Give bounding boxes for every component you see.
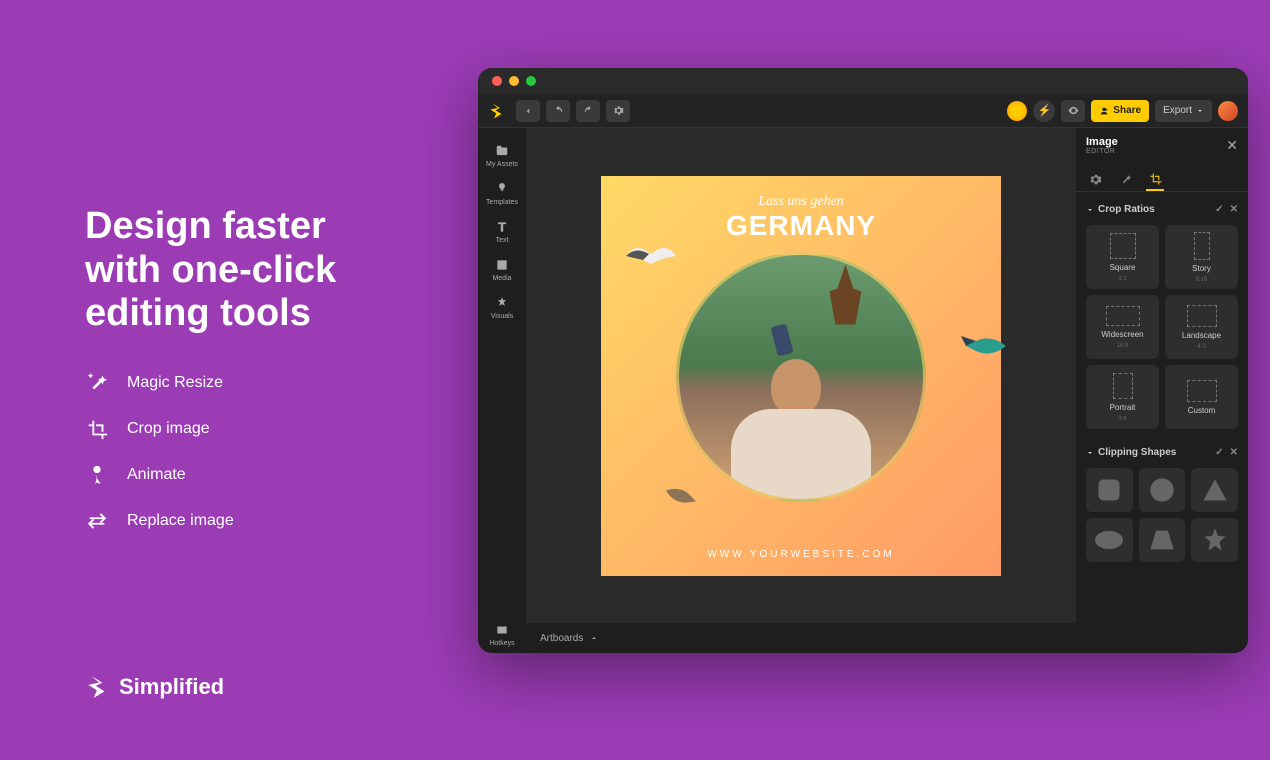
crop-ratio-portrait[interactable]: Portrait 3:4	[1086, 365, 1159, 429]
right-panel: Image EDITOR ✕	[1076, 128, 1248, 653]
shape-circle[interactable]	[1139, 468, 1186, 512]
section-title: Clipping Shapes	[1098, 447, 1176, 458]
panel-tabs	[1076, 163, 1248, 192]
sidebar-item-visuals[interactable]: Visuals	[482, 290, 522, 326]
sidebar-label: Visuals	[491, 313, 513, 320]
bolt-icon[interactable]: ⚡	[1033, 100, 1055, 122]
crop-ratio-custom[interactable]: Custom	[1165, 365, 1238, 429]
clipping-shapes-section: Clipping Shapes ✓ ✕	[1076, 435, 1248, 568]
user-avatar[interactable]	[1218, 101, 1238, 121]
apply-icon[interactable]: ✓	[1215, 447, 1223, 458]
artboard-title: GERMANY	[726, 210, 876, 242]
tab-settings[interactable]	[1086, 167, 1104, 191]
panel-subtitle: EDITOR	[1086, 148, 1118, 155]
feature-label: Replace image	[127, 512, 234, 530]
preview-button[interactable]	[1061, 100, 1085, 122]
seagull-image	[621, 236, 681, 276]
redo-button[interactable]	[576, 100, 600, 122]
magic-wand-icon	[85, 371, 109, 395]
canvas-footer: Artboards	[526, 623, 1076, 653]
person-selfie	[711, 339, 891, 499]
sidebar-item-text[interactable]: Text	[482, 214, 522, 250]
export-button[interactable]: Export	[1155, 100, 1212, 122]
promo-headline: Design faster with one-click editing too…	[85, 205, 336, 336]
left-sidebar: My Assets Templates Text Media Visuals	[478, 128, 526, 653]
sidebar-item-templates[interactable]: Templates	[482, 176, 522, 212]
feature-replace-image: Replace image	[85, 509, 336, 533]
feature-label: Magic Resize	[127, 374, 223, 392]
shape-star[interactable]	[1191, 518, 1238, 562]
panel-header: Image EDITOR ✕	[1076, 128, 1248, 163]
sidebar-label: Templates	[486, 199, 518, 206]
apply-icon[interactable]: ✓	[1215, 204, 1223, 215]
chevron-down-icon[interactable]	[1086, 206, 1094, 214]
settings-button[interactable]	[606, 100, 630, 122]
ratio-preview-icon	[1187, 380, 1217, 402]
window-minimize-icon[interactable]	[509, 76, 519, 86]
brand-name: Simplified	[119, 674, 224, 700]
top-toolbar: ⚡ Share Export	[478, 94, 1248, 128]
crop-ratio-square[interactable]: Square 1:1	[1086, 225, 1159, 289]
ratio-preview-icon	[1113, 373, 1133, 399]
hummingbird-image-2	[653, 472, 709, 518]
shape-ellipse[interactable]	[1086, 518, 1133, 562]
swap-icon	[85, 509, 109, 533]
simplified-logo-icon	[85, 674, 111, 700]
reset-icon[interactable]: ✕	[1230, 204, 1238, 215]
shape-trapezoid[interactable]	[1139, 518, 1186, 562]
window-close-icon[interactable]	[492, 76, 502, 86]
feature-magic-resize: Magic Resize	[85, 371, 336, 395]
window-maximize-icon[interactable]	[526, 76, 536, 86]
sidebar-item-hotkeys[interactable]: Hotkeys	[482, 617, 522, 653]
crop-ratio-story[interactable]: Story 9:16	[1165, 225, 1238, 289]
crop-ratios-section: Crop Ratios ✓ ✕ Square 1:1 Sto	[1076, 192, 1248, 435]
ratio-preview-icon	[1187, 305, 1217, 327]
artboard-subtitle: Lass uns gehen	[758, 194, 844, 210]
canvas-area: Lass uns gehen GERMANY WWW.	[526, 128, 1076, 653]
feature-animate: Animate	[85, 463, 336, 487]
crop-ratio-widescreen[interactable]: Widescreen 16:9	[1086, 295, 1159, 359]
back-button[interactable]	[516, 100, 540, 122]
sidebar-label: Text	[496, 237, 509, 244]
sidebar-label: Hotkeys	[489, 640, 514, 647]
feature-label: Animate	[127, 466, 186, 484]
sidebar-item-assets[interactable]: My Assets	[482, 138, 522, 174]
crop-ratio-landscape[interactable]: Landscape 4:3	[1165, 295, 1238, 359]
panel-title: Image	[1086, 136, 1118, 148]
sidebar-label: My Assets	[486, 161, 518, 168]
tab-effects[interactable]	[1116, 167, 1134, 191]
panel-close-icon[interactable]: ✕	[1226, 137, 1238, 154]
tab-crop[interactable]	[1146, 167, 1164, 191]
canvas[interactable]: Lass uns gehen GERMANY WWW.	[526, 128, 1076, 623]
animate-icon	[85, 463, 109, 487]
crop-icon	[85, 417, 109, 441]
ratio-preview-icon	[1106, 306, 1140, 326]
chevron-down-icon[interactable]	[1086, 449, 1094, 457]
window-titlebar	[478, 68, 1248, 94]
shape-triangle[interactable]	[1191, 468, 1238, 512]
chat-icon[interactable]	[1007, 101, 1027, 121]
ratio-preview-icon	[1194, 232, 1210, 260]
undo-button[interactable]	[546, 100, 570, 122]
feature-label: Crop image	[127, 420, 210, 438]
promo-section: Design faster with one-click editing too…	[85, 205, 336, 555]
feature-crop-image: Crop image	[85, 417, 336, 441]
circle-photo	[676, 252, 926, 502]
app-logo-icon[interactable]	[488, 102, 506, 120]
ratio-preview-icon	[1110, 233, 1136, 259]
artboard[interactable]: Lass uns gehen GERMANY WWW.	[601, 176, 1001, 576]
share-button[interactable]: Share	[1091, 100, 1149, 122]
section-title: Crop Ratios	[1098, 204, 1155, 215]
reset-icon[interactable]: ✕	[1230, 447, 1238, 458]
artboards-toggle[interactable]: Artboards	[540, 633, 598, 644]
shape-rounded-square[interactable]	[1086, 468, 1133, 512]
hummingbird-image-1	[956, 326, 1016, 366]
brand-logo-section: Simplified	[85, 674, 224, 700]
artboard-url: WWW.YOURWEBSITE.COM	[707, 549, 894, 560]
app-window: ⚡ Share Export My Assets Templates	[478, 68, 1248, 653]
sidebar-item-media[interactable]: Media	[482, 252, 522, 288]
sidebar-label: Media	[492, 275, 511, 282]
